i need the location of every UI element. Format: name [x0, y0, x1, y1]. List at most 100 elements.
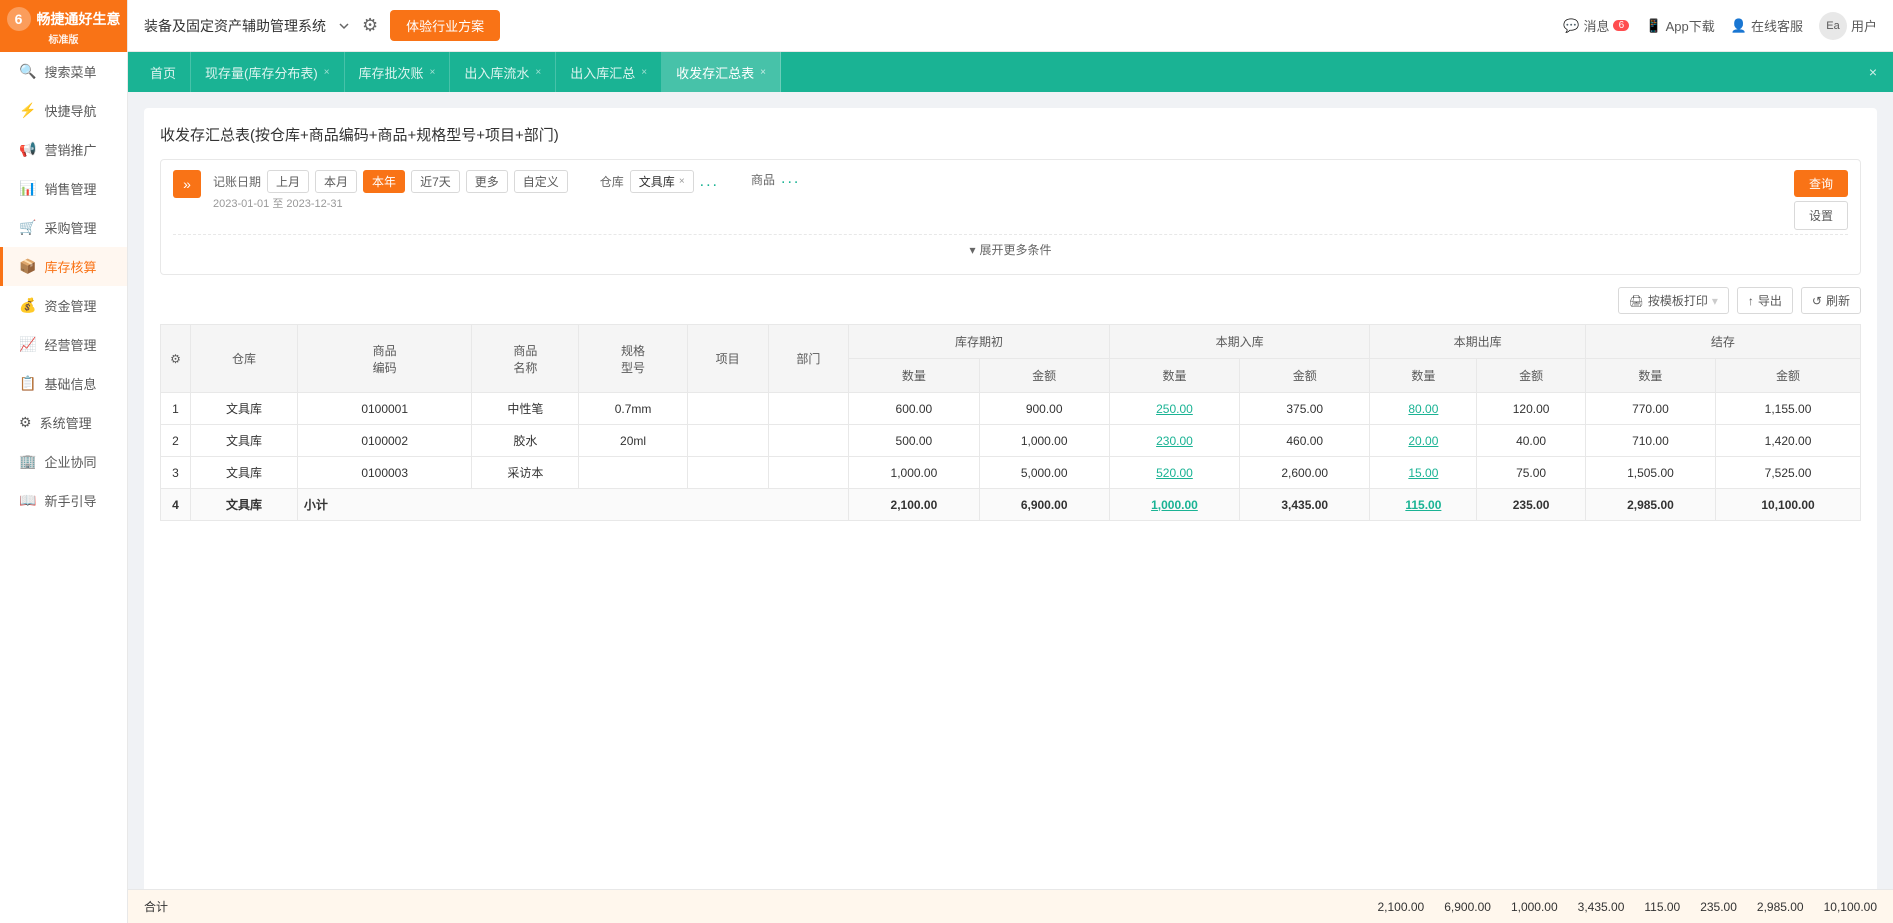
tab-close-icon[interactable]: ×: [641, 67, 647, 78]
experience-button[interactable]: 体验行业方案: [390, 10, 500, 41]
tab-inout-flow[interactable]: 出入库流水 ×: [450, 52, 556, 92]
row3-out-amt: 75.00: [1477, 457, 1585, 489]
tab-bar-close-icon[interactable]: ×: [1861, 64, 1885, 80]
sidebar-item-label: 快捷导航: [44, 101, 96, 120]
row1-out-qty[interactable]: 80.00: [1370, 393, 1477, 425]
total-bal-qty-val: 2,985.00: [1757, 900, 1804, 914]
date-btn-this-month[interactable]: 本月: [315, 170, 357, 193]
tab-bar: 首页 现存量(库存分布表) × 库存批次账 × 出入库流水 × 出入库汇总 × …: [128, 52, 1893, 92]
service-icon: 👤: [1731, 18, 1747, 34]
row3-open-qty: 1,000.00: [849, 457, 979, 489]
refresh-icon: ↺: [1812, 294, 1822, 308]
toolbar: 🖨 按模板打印 ▾ ↑ 导出 ↺ 刷新: [160, 287, 1861, 314]
tab-close-icon[interactable]: ×: [324, 67, 330, 78]
sidebar-item-marketing[interactable]: 📢 营销推广: [0, 130, 127, 169]
sidebar-item-operation[interactable]: 📈 经营管理: [0, 325, 127, 364]
date-btn-last-month[interactable]: 上月: [267, 170, 309, 193]
row3-project: [687, 457, 768, 489]
sidebar-item-finance[interactable]: 💰 资金管理: [0, 286, 127, 325]
print-icon: 🖨: [1629, 294, 1644, 308]
tab-close-icon[interactable]: ×: [535, 67, 541, 78]
messages-button[interactable]: 💬 消息 6: [1563, 16, 1629, 35]
sidebar-item-label: 库存核算: [44, 257, 96, 276]
header-left: 装备及固定资产辅助管理系统 ⚙ 体验行业方案: [144, 10, 500, 41]
date-btn-custom[interactable]: 自定义: [514, 170, 568, 193]
user-area[interactable]: Ea 用户: [1819, 12, 1877, 40]
sidebar-item-purchase[interactable]: 🛒 采购管理: [0, 208, 127, 247]
settings-icon[interactable]: ⚙: [362, 15, 378, 36]
warehouse-tag-close-icon[interactable]: ×: [679, 176, 685, 187]
subtotal-warehouse: 文具库: [191, 489, 298, 521]
sidebar-item-label: 系统管理: [40, 413, 92, 432]
row2-open-amt: 1,000.00: [979, 425, 1109, 457]
th-dept: 部门: [768, 325, 849, 393]
row1-project: [687, 393, 768, 425]
row2-in-qty[interactable]: 230.00: [1109, 425, 1239, 457]
query-button[interactable]: 查询: [1794, 170, 1848, 197]
system-dropdown[interactable]: [338, 20, 350, 32]
subtotal-label: 小计: [297, 489, 848, 521]
tab-close-active-icon[interactable]: ×: [760, 67, 766, 78]
sidebar-item-inventory[interactable]: 📦 库存核算: [0, 247, 127, 286]
warehouse-more-icon[interactable]: ...: [700, 173, 719, 191]
table-row: 2 文具库 0100002 胶水 20ml 500.00 1,000.00 23…: [161, 425, 1861, 457]
app-download-label: App下载: [1666, 16, 1715, 35]
row3-in-qty[interactable]: 520.00: [1109, 457, 1239, 489]
row3-out-qty[interactable]: 15.00: [1370, 457, 1477, 489]
tab-receive-summary[interactable]: 收发存汇总表 ×: [662, 52, 781, 92]
export-button[interactable]: ↑ 导出: [1737, 287, 1793, 314]
header-right: 💬 消息 6 📱 App下载 👤 在线客服 Ea 用户: [1563, 12, 1877, 40]
row1-out-amt: 120.00: [1477, 393, 1585, 425]
tab-inventory-dist[interactable]: 现存量(库存分布表) ×: [191, 52, 345, 92]
refresh-label: 刷新: [1826, 292, 1850, 309]
sidebar-item-guide[interactable]: 📖 新手引导: [0, 481, 127, 520]
tab-batch-account[interactable]: 库存批次账 ×: [345, 52, 451, 92]
export-label: 导出: [1758, 292, 1782, 309]
th-project: 项目: [687, 325, 768, 393]
filter-goods-section: 商品 ...: [751, 170, 800, 188]
row2-name: 胶水: [472, 425, 579, 457]
tab-inout-summary[interactable]: 出入库汇总 ×: [556, 52, 662, 92]
date-btn-more[interactable]: 更多: [466, 170, 508, 193]
refresh-button[interactable]: ↺ 刷新: [1801, 287, 1861, 314]
subtotal-out-qty[interactable]: 115.00: [1370, 489, 1477, 521]
th-out-amt: 金额: [1477, 359, 1585, 393]
sidebar-item-enterprise[interactable]: 🏢 企业协同: [0, 442, 127, 481]
th-balance: 结存: [1585, 325, 1860, 359]
sidebar-item-label: 资金管理: [44, 296, 96, 315]
goods-more-icon[interactable]: ...: [781, 170, 800, 188]
row3-code: 0100003: [297, 457, 472, 489]
expand-more-row[interactable]: ▾ 展开更多条件: [173, 234, 1848, 264]
sales-icon: 📊: [19, 180, 36, 197]
row3-dept: [768, 457, 849, 489]
sidebar-item-system[interactable]: ⚙ 系统管理: [0, 403, 127, 442]
sidebar-item-search[interactable]: 🔍 搜索菜单: [0, 52, 127, 91]
sidebar-item-basic-info[interactable]: 📋 基础信息: [0, 364, 127, 403]
sidebar-item-sales[interactable]: 📊 销售管理: [0, 169, 127, 208]
data-table: ⚙ 仓库 商品编码 商品名称 规格型号 项目 部门 库存期初 本期入库 本期出库…: [160, 324, 1861, 521]
row1-dept: [768, 393, 849, 425]
sidebar-item-label: 营销推广: [44, 140, 96, 159]
phone-icon: 📱: [1645, 18, 1661, 34]
filter-expand-button[interactable]: »: [173, 170, 201, 198]
print-dropdown-icon: ▾: [1712, 294, 1718, 308]
date-btn-this-year[interactable]: 本年: [363, 170, 405, 193]
row3-name: 采访本: [472, 457, 579, 489]
tab-close-icon[interactable]: ×: [430, 67, 436, 78]
tab-home[interactable]: 首页: [136, 52, 191, 92]
row2-out-qty[interactable]: 20.00: [1370, 425, 1477, 457]
query-settings-area: 查询 设置: [1794, 170, 1848, 230]
settings-button[interactable]: 设置: [1794, 201, 1848, 230]
print-button[interactable]: 🖨 按模板打印 ▾: [1618, 287, 1729, 314]
app-download-button[interactable]: 📱 App下载: [1645, 16, 1714, 35]
th-in: 本期入库: [1109, 325, 1370, 359]
sidebar-item-label: 基础信息: [44, 374, 96, 393]
row1-code: 0100001: [297, 393, 472, 425]
th-goods-code: 商品编码: [297, 325, 472, 393]
date-btn-7days[interactable]: 近7天: [411, 170, 460, 193]
row1-in-qty[interactable]: 250.00: [1109, 393, 1239, 425]
th-goods-name: 商品名称: [472, 325, 579, 393]
sidebar-item-quick-nav[interactable]: ⚡ 快捷导航: [0, 91, 127, 130]
subtotal-in-qty[interactable]: 1,000.00: [1109, 489, 1239, 521]
online-service-button[interactable]: 👤 在线客服: [1731, 16, 1803, 35]
